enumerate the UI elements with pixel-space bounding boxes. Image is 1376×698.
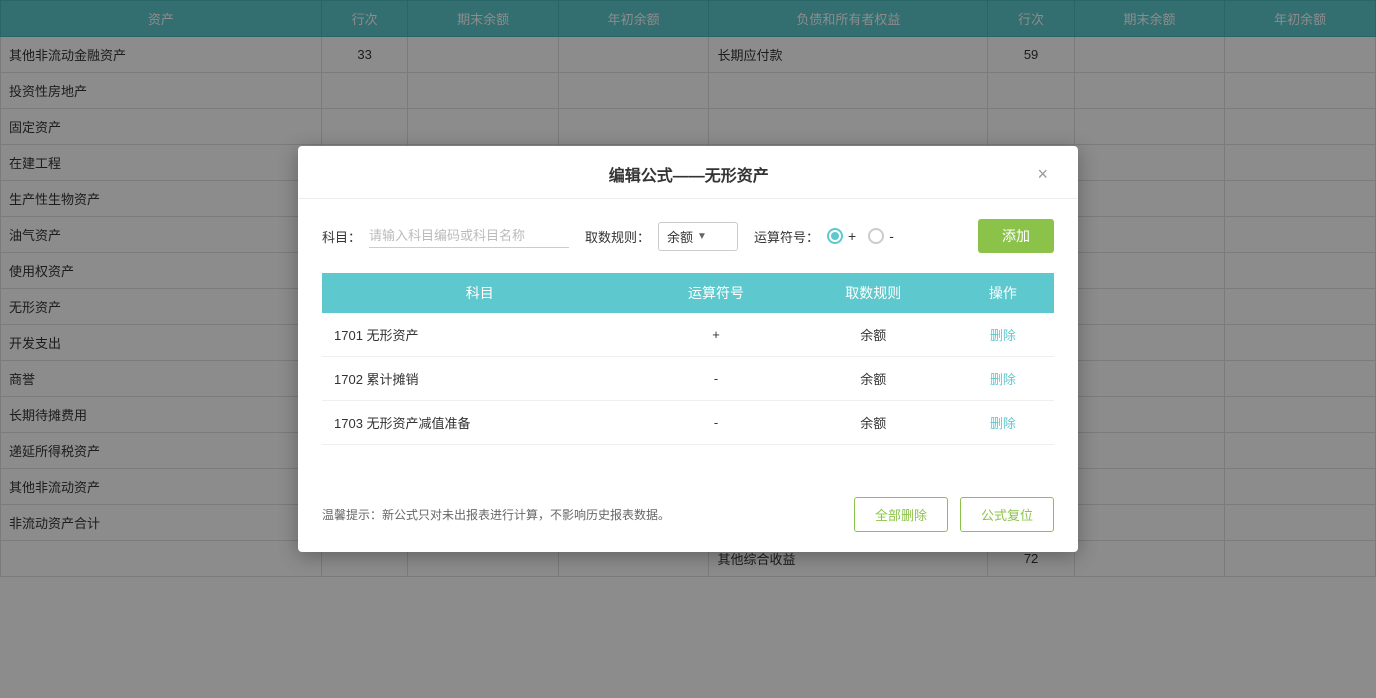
- reset-formula-button[interactable]: 公式复位: [960, 497, 1054, 532]
- formula-rule: 余额: [795, 313, 952, 357]
- operator-radio-group: + -: [827, 228, 894, 244]
- modal-body: 科目： 取数规则： 余额 ▼ 运算符号： +: [298, 199, 1078, 485]
- list-item: 1702 累计摊销 - 余额 删除: [322, 357, 1054, 401]
- th-subject: 科目: [322, 273, 637, 313]
- subject-label: 科目：: [322, 227, 361, 246]
- add-button[interactable]: 添加: [978, 219, 1054, 253]
- subject-input[interactable]: [369, 224, 569, 248]
- footer-tip: 温馨提示：新公式只对未出报表进行计算，不影响历史报表数据。: [322, 506, 670, 523]
- rule-select-value: 余额: [667, 227, 693, 246]
- formula-action: 删除: [952, 357, 1054, 401]
- subject-group: 科目：: [322, 224, 569, 248]
- rule-select[interactable]: 余额 ▼: [658, 222, 738, 251]
- radio-plus-circle: [827, 228, 843, 244]
- formula-table: 科目 运算符号 取数规则 操作 1701 无形资产 + 余额 删除 1702 累…: [322, 273, 1054, 445]
- table-header-row: 科目 运算符号 取数规则 操作: [322, 273, 1054, 313]
- modal-header: 编辑公式——无形资产 ×: [298, 146, 1078, 199]
- radio-plus[interactable]: +: [827, 228, 856, 244]
- list-item: 1701 无形资产 + 余额 删除: [322, 313, 1054, 357]
- modal-title: 编辑公式——无形资产: [346, 162, 1031, 186]
- th-action: 操作: [952, 273, 1054, 313]
- formula-subject: 1701 无形资产: [322, 313, 637, 357]
- th-operator: 运算符号: [637, 273, 794, 313]
- edit-formula-modal: 编辑公式——无形资产 × 科目： 取数规则： 余额 ▼ 运算: [298, 146, 1078, 552]
- list-item: 1703 无形资产减值准备 - 余额 删除: [322, 401, 1054, 445]
- radio-minus-label: -: [889, 228, 894, 244]
- formula-rule: 余额: [795, 357, 952, 401]
- delete-row-button[interactable]: 删除: [990, 328, 1016, 343]
- form-row: 科目： 取数规则： 余额 ▼ 运算符号： +: [322, 219, 1054, 253]
- dropdown-arrow-icon: ▼: [697, 231, 707, 242]
- radio-minus-circle: [868, 228, 884, 244]
- formula-operator: -: [637, 401, 794, 445]
- formula-subject: 1703 无形资产减值准备: [322, 401, 637, 445]
- delete-row-button[interactable]: 删除: [990, 372, 1016, 387]
- formula-rule: 余额: [795, 401, 952, 445]
- operator-group: 运算符号： + -: [754, 227, 894, 246]
- formula-operator: -: [637, 357, 794, 401]
- footer-buttons: 全部删除 公式复位: [854, 497, 1054, 532]
- close-button[interactable]: ×: [1031, 163, 1054, 185]
- formula-action: 删除: [952, 313, 1054, 357]
- formula-action: 删除: [952, 401, 1054, 445]
- modal-overlay: 编辑公式——无形资产 × 科目： 取数规则： 余额 ▼ 运算: [0, 0, 1376, 698]
- rule-label: 取数规则：: [585, 227, 650, 246]
- modal-footer: 温馨提示：新公式只对未出报表进行计算，不影响历史报表数据。 全部删除 公式复位: [298, 485, 1078, 552]
- formula-operator: +: [637, 313, 794, 357]
- formula-subject: 1702 累计摊销: [322, 357, 637, 401]
- radio-plus-label: +: [848, 228, 856, 244]
- operator-label: 运算符号：: [754, 227, 819, 246]
- delete-all-button[interactable]: 全部删除: [854, 497, 948, 532]
- delete-row-button[interactable]: 删除: [990, 416, 1016, 431]
- radio-minus[interactable]: -: [868, 228, 894, 244]
- rule-group: 取数规则： 余额 ▼: [585, 222, 738, 251]
- th-rule: 取数规则: [795, 273, 952, 313]
